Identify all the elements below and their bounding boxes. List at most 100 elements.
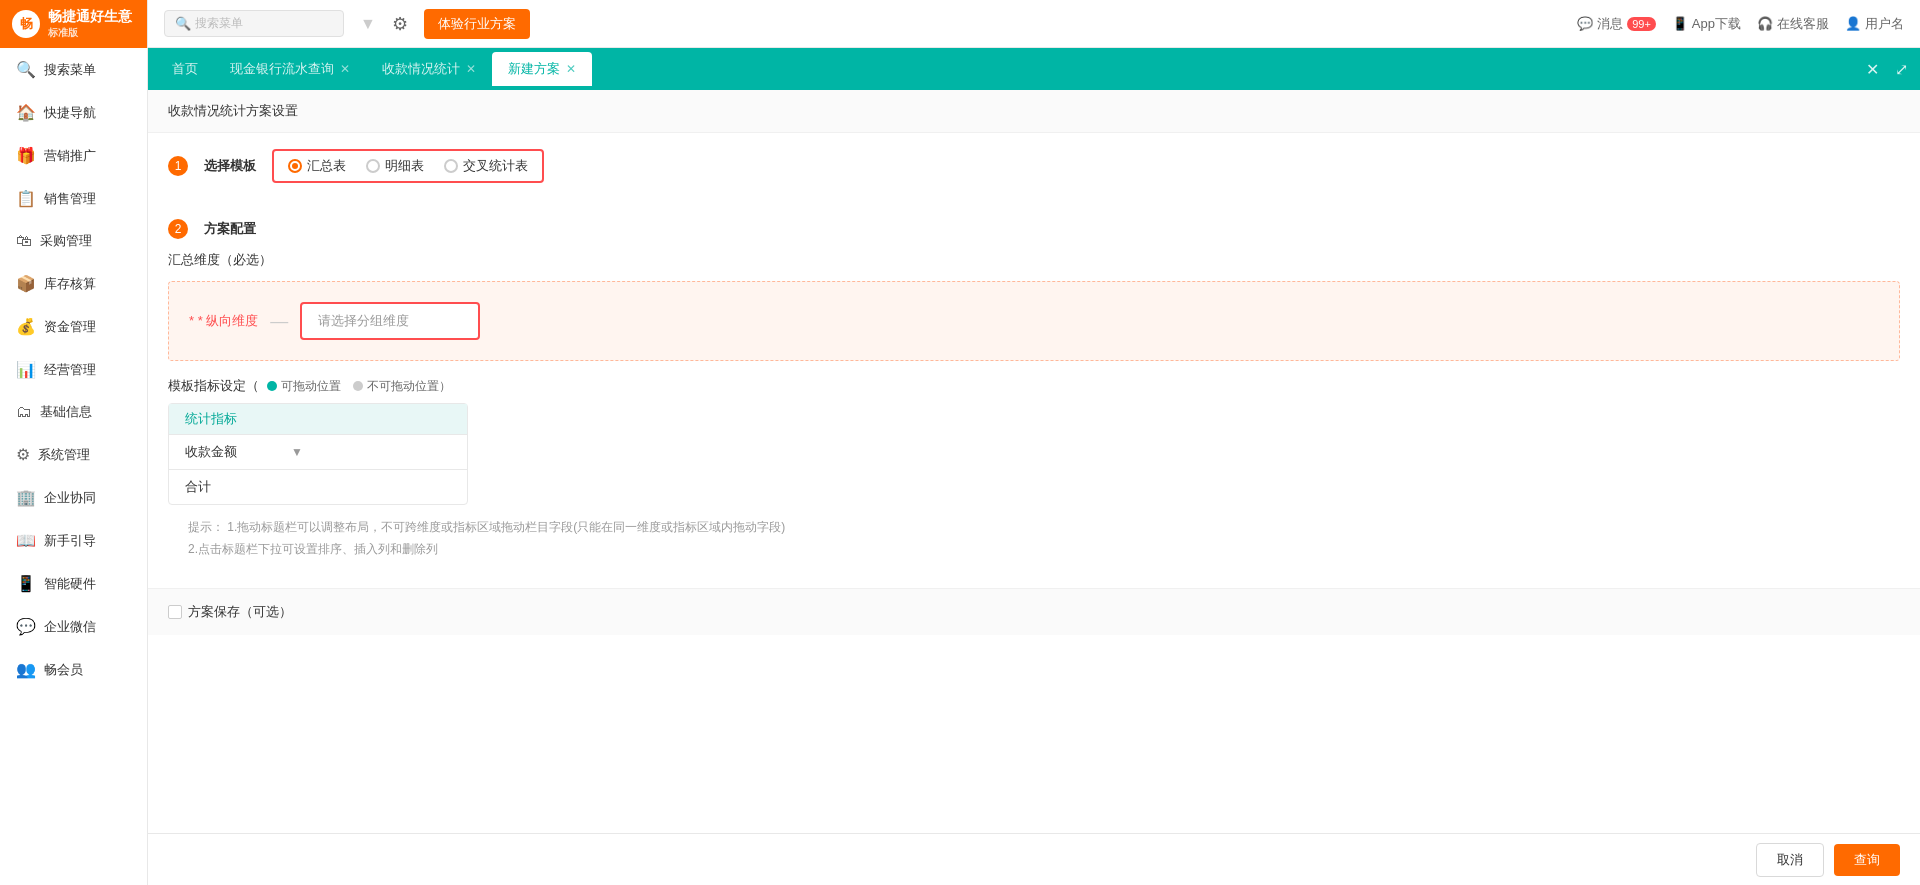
sidebar-item-label: 企业微信 [44,618,96,636]
trial-button[interactable]: 体验行业方案 [424,9,530,39]
dimension-title: 汇总维度（必选） [168,251,1900,269]
main-area: 🔍 搜索菜单 ▼ ⚙ 体验行业方案 💬 消息 99+ 📱 App下载 🎧 在线客… [148,0,1920,885]
radio-summary-circle [288,159,302,173]
page-header: 收款情况统计方案设置 [148,90,1920,133]
radio-detail[interactable]: 明细表 [366,157,424,175]
sidebar-item-label: 基础信息 [40,403,92,421]
metrics-header: 模板指标设定（ 可拖动位置 不可拖动位置） [168,377,1900,395]
sidebar-item-inventory[interactable]: 📦 库存核算 [0,262,147,305]
step1-title: 选择模板 [204,157,256,175]
sidebar-item-basic[interactable]: 🗂 基础信息 [0,391,147,433]
tab-home[interactable]: 首页 [156,52,214,86]
step2-row: 2 方案配置 [168,219,1900,239]
sidebar-item-label: 智能硬件 [44,575,96,593]
online-service-action[interactable]: 🎧 在线客服 [1757,15,1829,33]
tab-bank-close[interactable]: ✕ [340,62,350,76]
user-icon: 👤 [1845,16,1861,31]
dimension-panel: * 纵向维度 — 请选择分组维度 [168,281,1900,361]
radio-summary[interactable]: 汇总表 [288,157,346,175]
page-content: 收款情况统计方案设置 1 选择模板 汇总表 明细表 [148,90,1920,833]
radio-cross[interactable]: 交叉统计表 [444,157,528,175]
sidebar-item-hardware[interactable]: 📱 智能硬件 [0,562,147,605]
close-window-btn[interactable]: ✕ [1862,56,1883,83]
step2-title: 方案配置 [204,220,256,238]
sidebar-item-search-menu[interactable]: 🔍 搜索菜单 [0,48,147,91]
finance-icon: 💰 [16,317,36,336]
sidebar-item-label: 企业协同 [44,489,96,507]
sidebar-item-label: 营销推广 [44,147,96,165]
logo-icon: 畅 [12,10,40,38]
tab-new-plan-close[interactable]: ✕ [566,62,576,76]
dimension-row: * 纵向维度 — 请选择分组维度 [189,302,1879,340]
member-icon: 👥 [16,660,36,679]
radio-summary-label: 汇总表 [307,157,346,175]
sidebar-item-label: 资金管理 [44,318,96,336]
sidebar-item-collab[interactable]: 🏢 企业协同 [0,476,147,519]
sidebar-item-operations[interactable]: 📊 经营管理 [0,348,147,391]
non-draggable-toggle: 不可拖动位置） [353,378,451,395]
save-checkbox[interactable]: 方案保存（可选） [168,603,292,621]
header-actions: 💬 消息 99+ 📱 App下载 🎧 在线客服 👤 用户名 [1577,15,1904,33]
sidebar-item-guide[interactable]: 📖 新手引导 [0,519,147,562]
message-action[interactable]: 💬 消息 99+ [1577,15,1656,33]
tab-collection-stats[interactable]: 收款情况统计 ✕ [366,52,492,86]
tab-bar-actions: ✕ ⤢ [1862,56,1912,83]
app-icon: 📱 [1672,16,1688,31]
sidebar-item-wechat[interactable]: 💬 企业微信 [0,605,147,648]
dimension-select[interactable]: 请选择分组维度 [300,302,480,340]
sidebar-item-sales[interactable]: 📋 销售管理 [0,177,147,220]
metrics-total: 合计 [169,469,467,504]
sidebar-item-finance[interactable]: 💰 资金管理 [0,305,147,348]
non-draggable-label: 不可拖动位置） [367,378,451,395]
step2-section: 2 方案配置 汇总维度（必选） * 纵向维度 — 请选择分组维度 [148,219,1920,588]
radio-detail-label: 明细表 [385,157,424,175]
draggable-dot [267,381,277,391]
chevron-down-icon: ▼ [291,445,303,459]
radio-detail-circle [366,159,380,173]
sidebar-item-marketing[interactable]: 🎁 营销推广 [0,134,147,177]
template-radio-group: 汇总表 明细表 交叉统计表 [272,149,544,183]
tips-section: 提示： 1.拖动标题栏可以调整布局，不可跨维度或指标区域拖动栏目字段(只能在同一… [168,505,1900,572]
sidebar-item-label: 经营管理 [44,361,96,379]
tab-bar: 首页 现金银行流水查询 ✕ 收款情况统计 ✕ 新建方案 ✕ ✕ ⤢ [148,48,1920,90]
tab-new-plan[interactable]: 新建方案 ✕ [492,52,592,86]
home-icon: 🏠 [16,103,36,122]
draggable-toggle: 可拖动位置 [267,378,341,395]
user-name-action[interactable]: 👤 用户名 [1845,15,1904,33]
message-badge: 99+ [1627,17,1656,31]
sidebar-item-label: 搜索菜单 [44,61,96,79]
non-draggable-dot [353,381,363,391]
tab-bank[interactable]: 现金银行流水查询 ✕ [214,52,366,86]
dropdown-icon[interactable]: ▼ [360,15,376,33]
save-checkbox-label: 方案保存（可选） [188,603,292,621]
content-area: 收款情况统计方案设置 1 选择模板 汇总表 明细表 [148,90,1920,833]
dimension-container: 汇总维度（必选） * 纵向维度 — 请选择分组维度 [168,251,1900,361]
step2-badge: 2 [168,219,188,239]
search-menu-icon: 🔍 [16,60,36,79]
save-checkbox-box[interactable] [168,605,182,619]
sidebar-item-purchase[interactable]: 🛍 采购管理 [0,220,147,262]
radio-cross-circle [444,159,458,173]
sidebar-item-system[interactable]: ⚙ 系统管理 [0,433,147,476]
cancel-button[interactable]: 取消 [1756,843,1824,877]
tip-line2: 2.点击标题栏下拉可设置排序、插入列和删除列 [188,539,1880,561]
message-icon: 💬 [1577,16,1593,31]
metrics-table: 统计指标 收款金额 ▼ 合计 [168,403,468,505]
required-star: * [198,313,203,328]
metrics-category: 统计指标 [169,404,467,435]
sidebar-item-member[interactable]: 👥 畅会员 [0,648,147,691]
query-button[interactable]: 查询 [1834,844,1900,876]
sidebar-item-label: 系统管理 [38,446,90,464]
header-search[interactable]: 🔍 搜索菜单 [164,10,344,37]
settings-icon[interactable]: ⚙ [392,13,408,35]
sidebar-item-label: 采购管理 [40,232,92,250]
sidebar-item-label: 新手引导 [44,532,96,550]
app-download-action[interactable]: 📱 App下载 [1672,15,1741,33]
metrics-column-header[interactable]: 收款金额 ▼ [169,435,319,469]
tip-line1: 提示： 1.拖动标题栏可以调整布局，不可跨维度或指标区域拖动栏目字段(只能在同一… [188,517,1880,539]
tab-collection-close[interactable]: ✕ [466,62,476,76]
step1-badge: 1 [168,156,188,176]
maximize-btn[interactable]: ⤢ [1891,56,1912,83]
sidebar-item-quick-nav[interactable]: 🏠 快捷导航 [0,91,147,134]
building-icon: 🏢 [16,488,36,507]
